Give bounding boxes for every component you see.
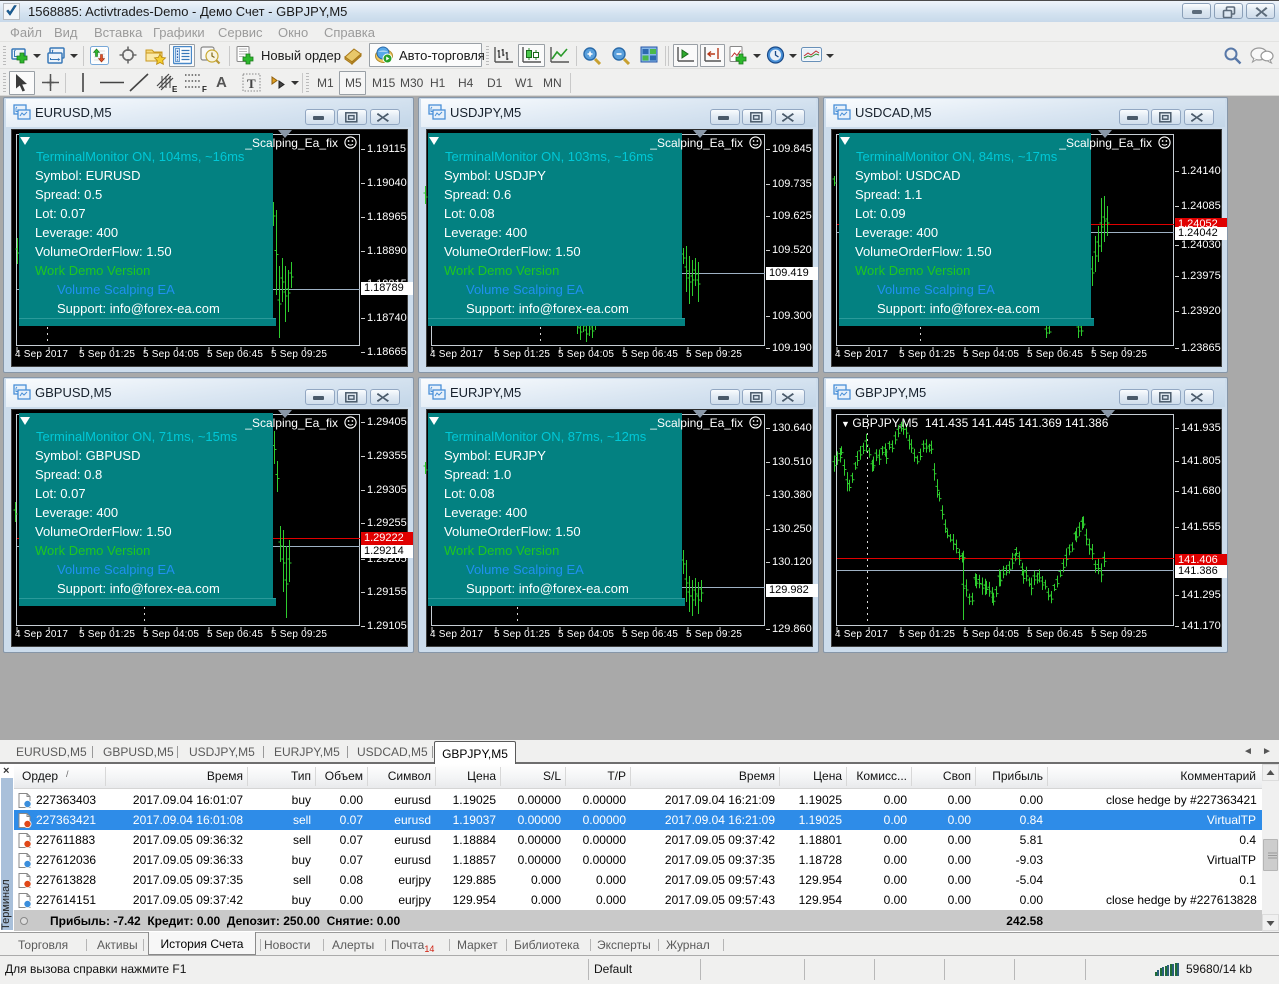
- svg-text:E: E: [172, 85, 178, 93]
- svg-text:F: F: [202, 85, 207, 93]
- svg-text:T: T: [247, 76, 256, 91]
